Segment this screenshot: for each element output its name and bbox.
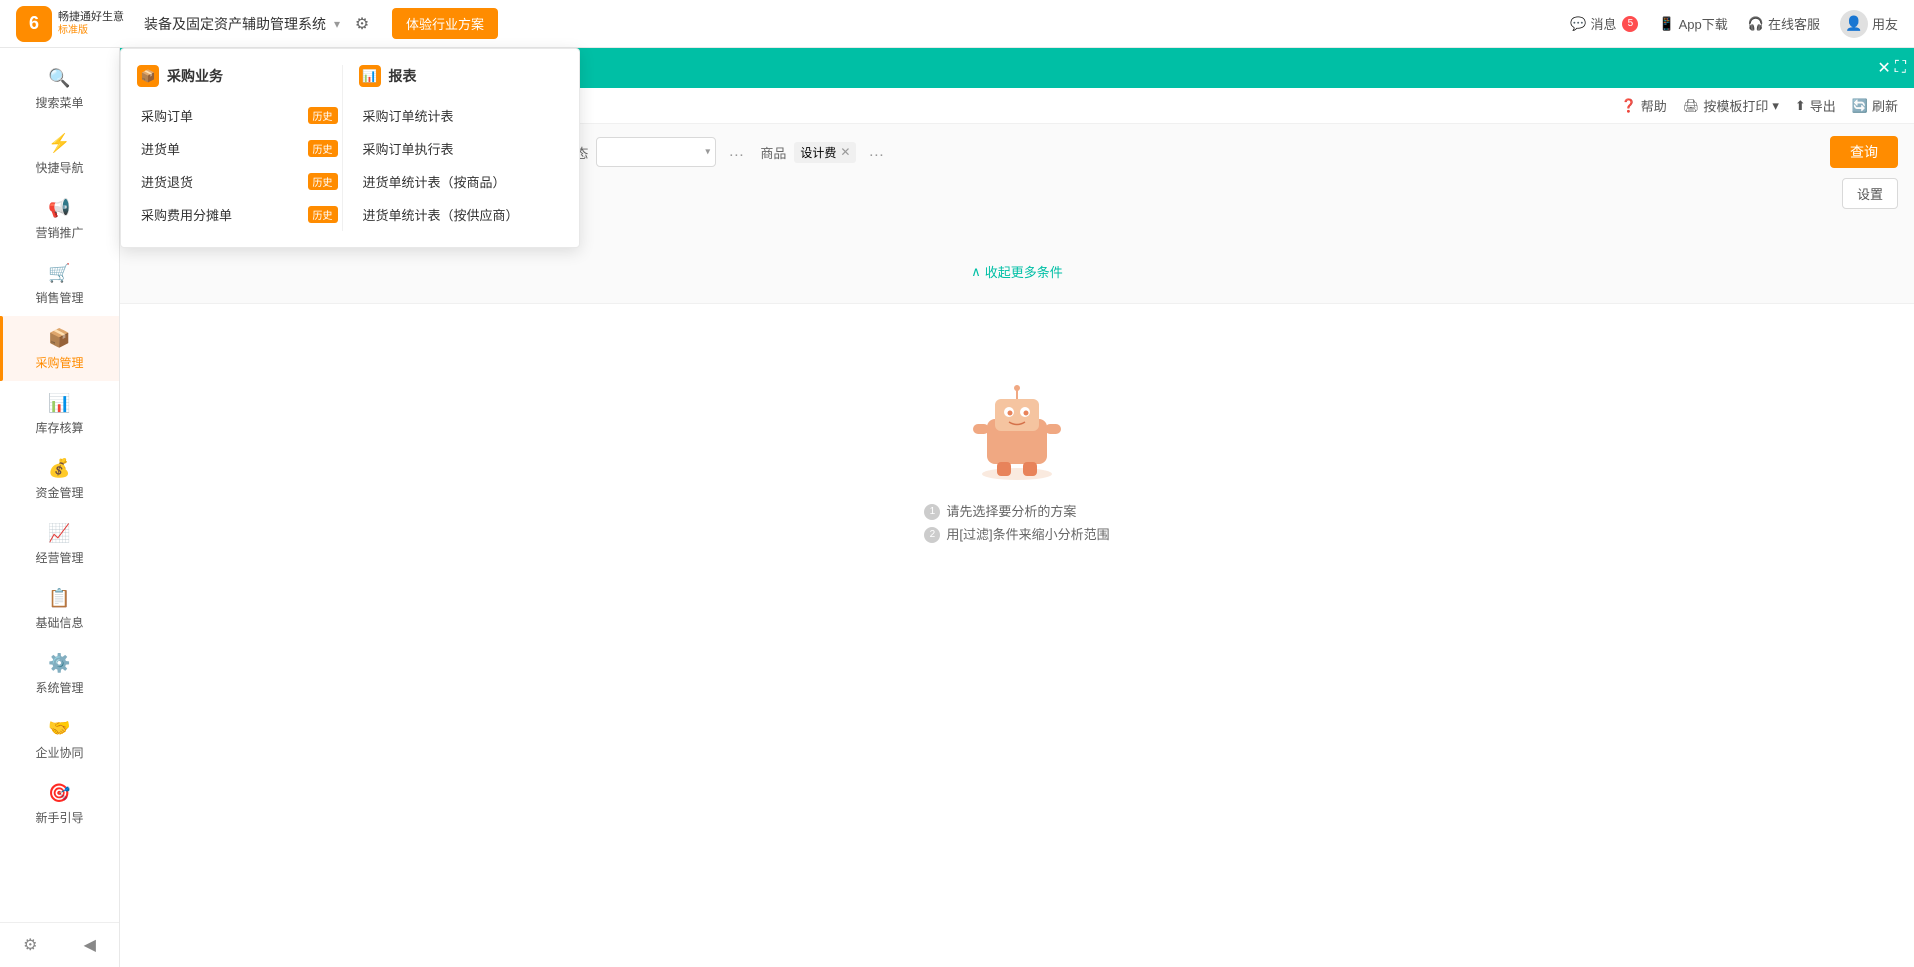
sidebar-item-basicinfo[interactable]: 📋 基础信息 [0,576,119,641]
toolbar-refresh[interactable]: 🔄 刷新 [1852,96,1898,115]
goods-tag: 设计费 ✕ [794,142,856,163]
operation-icon: 📈 [48,521,72,545]
sidebar-item-capital[interactable]: 💰 资金管理 [0,446,119,511]
export-icon: ⬆ [1795,98,1806,114]
dropdown-item-report-1[interactable]: 采购订单统计表 [359,99,564,132]
system-settings-icon[interactable]: ⚙ [348,10,376,38]
sidebar-item-purchase[interactable]: 📦 采购管理 [0,316,119,381]
logo-icon: 6 [16,6,52,42]
headset-icon: 🎧 [1748,16,1764,32]
header-user[interactable]: 👤 用友 [1840,10,1898,38]
header-app-download[interactable]: 📱 App下载 [1658,14,1727,33]
sidebar-item-guide[interactable]: 🎯 新手引导 [0,771,119,836]
industry-btn[interactable]: 体验行业方案 [392,8,498,39]
help-icon: ❓ [1621,98,1637,114]
system-icon: ⚙️ [48,651,72,675]
marketing-icon: 📢 [48,196,72,220]
settings-btn-area: 设置 [1842,178,1898,209]
dropdown-item-purchase-goods[interactable]: 进货单 历史 [137,132,342,165]
purchase-icon: 📦 [48,326,72,350]
sales-icon: 🛒 [48,261,72,285]
history-badge-2: 历史 [308,173,338,190]
toolbar-help[interactable]: ❓ 帮助 [1621,96,1667,115]
settings-btn[interactable]: 设置 [1842,178,1898,209]
dropdown-item-report-4[interactable]: 进货单统计表（按供应商） [359,198,564,231]
logo-text: 畅捷通好生意 标准版 [58,10,124,37]
goods-label: 商品 [760,143,786,162]
search-icon: 🔍 [48,66,72,90]
system-title-area: 装备及固定资产辅助管理系统 ▾ ⚙ 体验行业方案 [144,8,1570,39]
inventory-icon: 📊 [48,391,72,415]
message-badge: 5 [1622,16,1638,32]
filter-goods: 商品 设计费 ✕ … [760,142,884,163]
tab-expand-icon[interactable]: ⛶ [1895,59,1906,77]
user-avatar: 👤 [1840,10,1868,38]
sidebar-item-cooperation[interactable]: 🤝 企业协同 [0,706,119,771]
message-icon: 💬 [1570,16,1586,32]
doc-status-select-wrapper: ▾ [596,137,716,167]
sidebar-item-marketing[interactable]: 📢 营销推广 [0,186,119,251]
dropdown-report-title: 📊 报表 [359,65,564,87]
sidebar-bottom: ⚙ ◀ [0,922,119,967]
header-online-service[interactable]: 🎧 在线客服 [1748,14,1820,33]
dropdown-item-purchase-return[interactable]: 进货退货 历史 [137,165,342,198]
purchase-col-icon: 📦 [137,65,159,87]
history-badge-3: 历史 [308,206,338,223]
tip-num-1: 1 [924,504,940,520]
sidebar-item-sales[interactable]: 🛒 销售管理 [0,251,119,316]
dropdown-purchase-title: 📦 采购业务 [137,65,342,87]
sidebar-item-quicknav[interactable]: ⚡ 快捷导航 [0,121,119,186]
header-message[interactable]: 💬 消息 5 [1570,14,1638,33]
tab-actions: ✕ ⛶ [1877,58,1914,78]
collapse-up-icon: ∧ [971,264,981,280]
system-title-chevron[interactable]: ▾ [334,17,340,31]
collapse-btn[interactable]: ∧ 收起更多条件 [971,254,1063,289]
sidebar-item-search[interactable]: 🔍 搜索菜单 [0,56,119,121]
goods-tag-close[interactable]: ✕ [840,145,850,159]
empty-tips: 1 请先选择要分析的方案 2 用[过滤]条件来缩小分析范围 [924,500,1109,547]
history-badge-1: 历史 [308,140,338,157]
top-header: 6 畅捷通好生意 标准版 装备及固定资产辅助管理系统 ▾ ⚙ 体验行业方案 💬 … [0,0,1914,48]
sidebar-settings-btn[interactable]: ⚙ [23,935,37,955]
print-chevron[interactable]: ▾ [1772,98,1779,114]
dropdown-menu: 📦 采购业务 采购订单 历史 进货单 历史 进货退货 历史 采购费用分摊单 历史 [120,48,580,248]
sidebar-item-operation[interactable]: 📈 经营管理 [0,511,119,576]
goods-dots[interactable]: … [868,143,884,161]
sidebar-item-system[interactable]: ⚙️ 系统管理 [0,641,119,706]
capital-icon: 💰 [48,456,72,480]
dropdown-item-purchase-expense[interactable]: 采购费用分摊单 历史 [137,198,342,231]
dropdown-col-report: 📊 报表 采购订单统计表 采购订单执行表 进货单统计表（按商品） 进货单统计表（… [342,65,564,231]
phone-icon: 📱 [1658,16,1674,32]
collapse-area: ∧ 收起更多条件 [136,248,1898,291]
dropdown-item-report-2[interactable]: 采购订单执行表 [359,132,564,165]
print-icon: 🖨 [1683,98,1700,114]
doc-status-dots[interactable]: … [728,143,744,161]
dropdown-item-purchase-order[interactable]: 采购订单 历史 [137,99,342,132]
basicinfo-icon: 📋 [48,586,72,610]
header-right: 💬 消息 5 📱 App下载 🎧 在线客服 👤 用友 [1570,10,1898,38]
tab-close-all-icon[interactable]: ✕ [1877,58,1890,78]
cooperation-icon: 🤝 [48,716,72,740]
sidebar: 🔍 搜索菜单 ⚡ 快捷导航 📢 营销推广 🛒 销售管理 📦 采购管理 📊 库存核… [0,48,120,967]
refresh-icon: 🔄 [1852,98,1868,114]
query-btn[interactable]: 查询 [1830,136,1898,168]
tip-num-2: 2 [924,527,940,543]
guide-icon: 🎯 [48,781,72,805]
sidebar-item-inventory[interactable]: 📊 库存核算 [0,381,119,446]
toolbar-export[interactable]: ⬆ 导出 [1795,96,1836,115]
action-btns: 查询 [1830,136,1898,168]
doc-status-select[interactable] [596,137,716,167]
logo-area: 6 畅捷通好生意 标准版 [16,6,136,42]
toolbar-print[interactable]: 🖨 按模板打印 ▾ [1683,96,1779,115]
report-col-icon: 📊 [359,65,381,87]
quicknav-icon: ⚡ [48,131,72,155]
history-badge-0: 历史 [308,107,338,124]
sidebar-collapse-btn[interactable]: ◀ [84,935,96,955]
dropdown-col-purchase: 📦 采购业务 采购订单 历史 进货单 历史 进货退货 历史 采购费用分摊单 历史 [137,65,342,231]
system-title-text: 装备及固定资产辅助管理系统 [144,14,326,34]
empty-state: 1 请先选择要分析的方案 2 用[过滤]条件来缩小分析范围 [120,304,1914,627]
empty-illustration [957,384,1077,484]
dropdown-item-report-3[interactable]: 进货单统计表（按商品） [359,165,564,198]
